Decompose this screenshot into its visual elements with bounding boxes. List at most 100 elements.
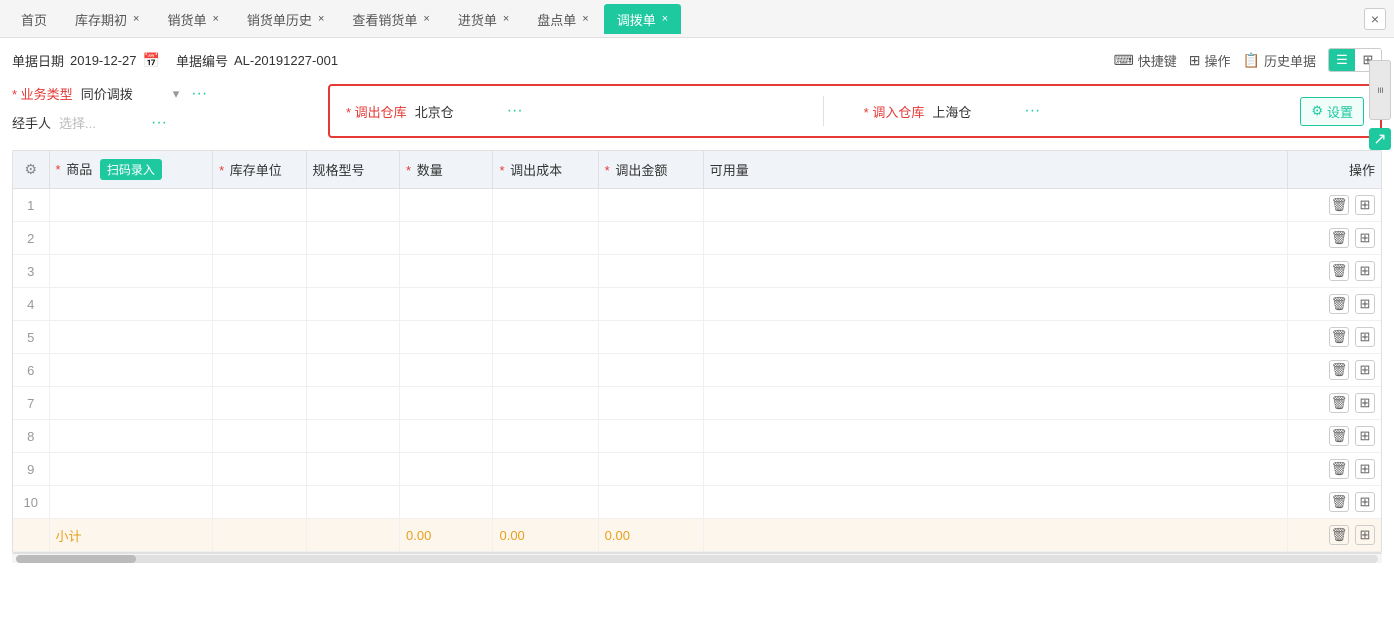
cell-amount[interactable] bbox=[598, 288, 703, 321]
cell-goods[interactable] bbox=[49, 189, 213, 222]
cell-cost[interactable] bbox=[493, 222, 598, 255]
cell-amount[interactable] bbox=[598, 222, 703, 255]
cell-qty[interactable] bbox=[400, 453, 493, 486]
cell-goods[interactable] bbox=[49, 453, 213, 486]
cell-qty[interactable] bbox=[400, 288, 493, 321]
in-warehouse-more[interactable]: ··· bbox=[1024, 102, 1040, 120]
cell-goods[interactable] bbox=[49, 255, 213, 288]
cell-unit[interactable] bbox=[213, 354, 306, 387]
cell-cost[interactable] bbox=[493, 255, 598, 288]
cell-qty[interactable] bbox=[400, 420, 493, 453]
history-button[interactable]: 📋 历史单据 bbox=[1243, 51, 1316, 70]
cell-amount[interactable] bbox=[598, 486, 703, 519]
cell-cost[interactable] bbox=[493, 354, 598, 387]
cell-spec[interactable] bbox=[306, 288, 399, 321]
cell-spec[interactable] bbox=[306, 255, 399, 288]
tab-purchase-order[interactable]: 进货单 × bbox=[445, 4, 522, 34]
cell-unit[interactable] bbox=[213, 222, 306, 255]
cell-spec[interactable] bbox=[306, 387, 399, 420]
tab-close-view-sales[interactable]: × bbox=[423, 13, 429, 25]
cell-goods[interactable] bbox=[49, 486, 213, 519]
cell-spec[interactable] bbox=[306, 354, 399, 387]
cell-unit[interactable] bbox=[213, 189, 306, 222]
cell-qty[interactable] bbox=[400, 321, 493, 354]
delete-icon[interactable]: 🗑 bbox=[1329, 360, 1349, 380]
cell-goods[interactable] bbox=[49, 288, 213, 321]
cell-spec[interactable] bbox=[306, 486, 399, 519]
cell-amount[interactable] bbox=[598, 420, 703, 453]
settings-button[interactable]: ⚙ 设置 bbox=[1300, 97, 1364, 126]
tab-close-transfer[interactable]: × bbox=[662, 13, 668, 25]
calendar-icon[interactable]: 📅 bbox=[143, 52, 160, 69]
cell-qty[interactable] bbox=[400, 222, 493, 255]
delete-icon[interactable]: 🗑 bbox=[1329, 426, 1349, 446]
sidebar-list-button[interactable]: ≡ bbox=[1369, 60, 1391, 120]
cell-unit[interactable] bbox=[213, 321, 306, 354]
tab-inventory[interactable]: 盘点单 × bbox=[524, 4, 601, 34]
delete-icon[interactable]: 🗑 bbox=[1329, 492, 1349, 512]
cell-qty[interactable] bbox=[400, 255, 493, 288]
cell-cost[interactable] bbox=[493, 486, 598, 519]
cell-qty[interactable] bbox=[400, 486, 493, 519]
actions-button[interactable]: ⊞ 操作 bbox=[1189, 51, 1231, 70]
biz-type-dropdown[interactable]: ▾ bbox=[173, 86, 180, 102]
cell-cost[interactable] bbox=[493, 288, 598, 321]
delete-icon[interactable]: 🗑 bbox=[1329, 525, 1349, 545]
cell-qty[interactable] bbox=[400, 354, 493, 387]
list-view-button[interactable]: ☰ bbox=[1329, 49, 1355, 71]
biz-type-more[interactable]: ··· bbox=[191, 85, 207, 103]
tab-close-purchase-order[interactable]: × bbox=[503, 13, 509, 25]
cell-goods[interactable] bbox=[49, 387, 213, 420]
cell-amount[interactable] bbox=[598, 354, 703, 387]
tab-close-inventory[interactable]: × bbox=[582, 13, 588, 25]
cell-goods[interactable] bbox=[49, 420, 213, 453]
tab-close-sales-order[interactable]: × bbox=[212, 13, 218, 25]
delete-icon[interactable]: 🗑 bbox=[1329, 459, 1349, 479]
cell-spec[interactable] bbox=[306, 222, 399, 255]
cell-unit[interactable] bbox=[213, 486, 306, 519]
column-settings-icon[interactable]: ⚙ bbox=[24, 161, 37, 177]
tab-transfer[interactable]: 调拨单 × bbox=[604, 4, 681, 34]
cell-available[interactable] bbox=[703, 354, 1287, 387]
tab-home[interactable]: 首页 bbox=[8, 4, 60, 34]
delete-icon[interactable]: 🗑 bbox=[1329, 393, 1349, 413]
cell-available[interactable] bbox=[703, 288, 1287, 321]
cell-spec[interactable] bbox=[306, 321, 399, 354]
tab-sales-order[interactable]: 销货单 × bbox=[154, 4, 231, 34]
cell-cost[interactable] bbox=[493, 387, 598, 420]
cell-cost[interactable] bbox=[493, 420, 598, 453]
cell-unit[interactable] bbox=[213, 387, 306, 420]
cell-amount[interactable] bbox=[598, 387, 703, 420]
delete-icon[interactable]: 🗑 bbox=[1329, 195, 1349, 215]
cell-available[interactable] bbox=[703, 321, 1287, 354]
tab-close-inventory-init[interactable]: × bbox=[133, 13, 139, 25]
cell-unit[interactable] bbox=[213, 420, 306, 453]
tab-view-sales[interactable]: 查看销货单 × bbox=[339, 4, 442, 34]
cell-unit[interactable] bbox=[213, 453, 306, 486]
cell-available[interactable] bbox=[703, 222, 1287, 255]
cell-goods[interactable] bbox=[49, 321, 213, 354]
cell-goods[interactable] bbox=[49, 222, 213, 255]
delete-icon[interactable]: 🗑 bbox=[1329, 327, 1349, 347]
cell-spec[interactable] bbox=[306, 189, 399, 222]
cell-available[interactable] bbox=[703, 189, 1287, 222]
cell-spec[interactable] bbox=[306, 453, 399, 486]
handler-more[interactable]: ··· bbox=[151, 114, 167, 132]
cell-amount[interactable] bbox=[598, 189, 703, 222]
sidebar-export-button[interactable]: ↗ bbox=[1369, 128, 1391, 150]
cell-available[interactable] bbox=[703, 255, 1287, 288]
cell-amount[interactable] bbox=[598, 321, 703, 354]
cell-available[interactable] bbox=[703, 486, 1287, 519]
cell-available[interactable] bbox=[703, 453, 1287, 486]
cell-amount[interactable] bbox=[598, 255, 703, 288]
delete-icon[interactable]: 🗑 bbox=[1329, 261, 1349, 281]
tab-close-sales-history[interactable]: × bbox=[318, 13, 324, 25]
scroll-thumb[interactable] bbox=[16, 555, 136, 563]
cell-spec[interactable] bbox=[306, 420, 399, 453]
cell-unit[interactable] bbox=[213, 255, 306, 288]
cell-amount[interactable] bbox=[598, 453, 703, 486]
cell-available[interactable] bbox=[703, 387, 1287, 420]
cell-qty[interactable] bbox=[400, 387, 493, 420]
out-warehouse-more[interactable]: ··· bbox=[507, 102, 523, 120]
cell-unit[interactable] bbox=[213, 288, 306, 321]
